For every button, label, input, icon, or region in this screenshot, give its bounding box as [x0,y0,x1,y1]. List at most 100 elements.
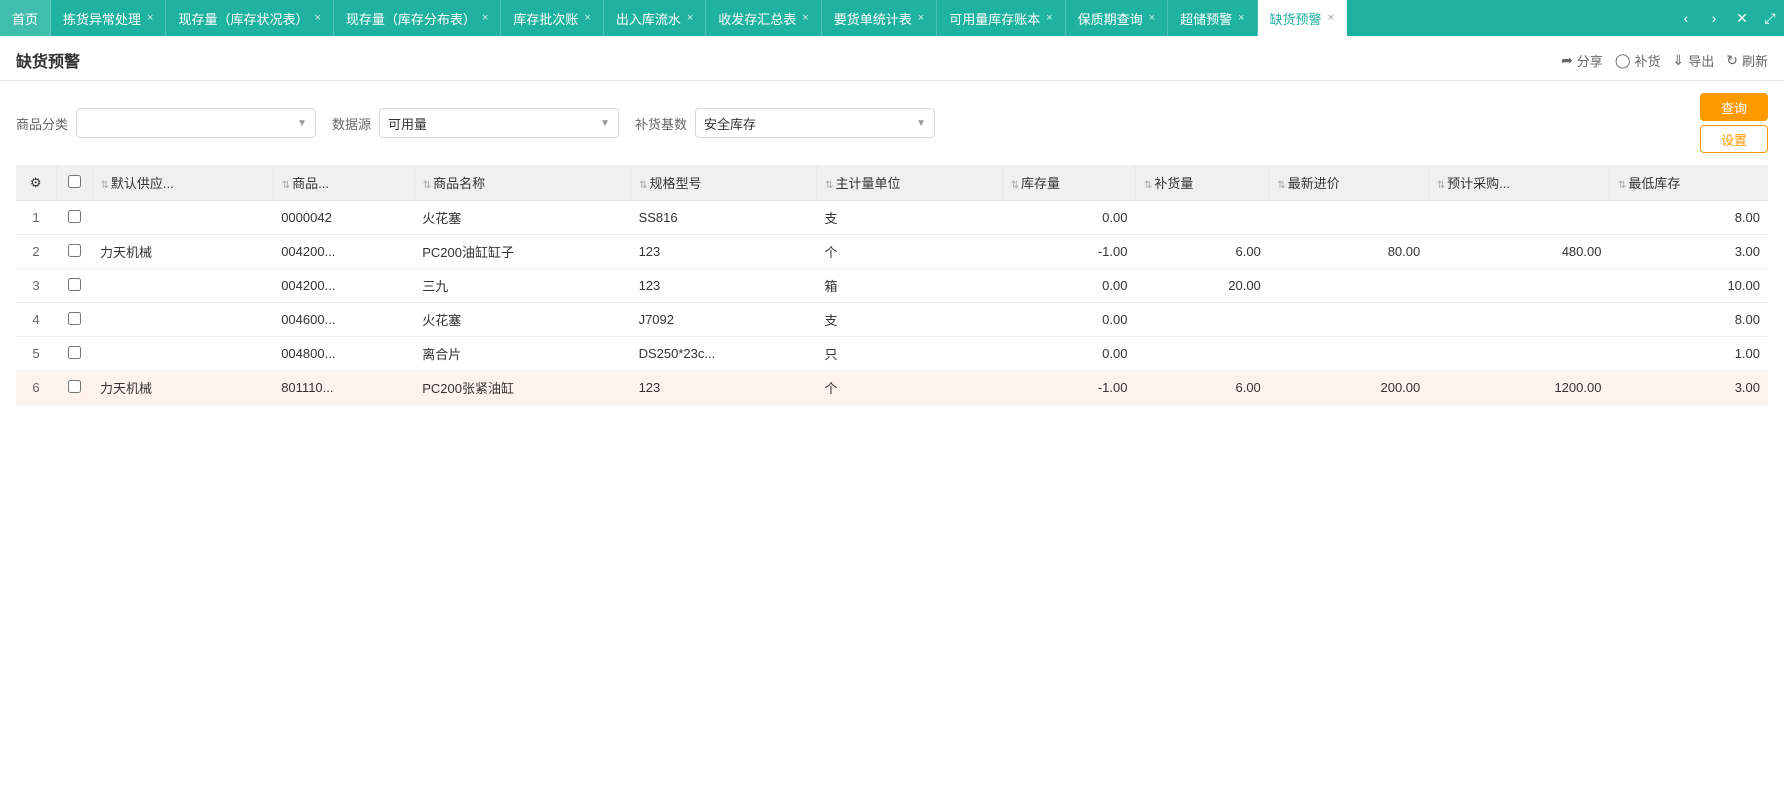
row-spec: DS250*23c... [631,337,817,371]
row-supplier [92,303,273,337]
export-button[interactable]: ⇓ 导出 [1673,51,1715,70]
row-unit: 个 [817,235,1003,269]
row-stock: 0.00 [1002,303,1135,337]
refresh-button[interactable]: ↻ 刷新 [1726,51,1768,70]
th-unit[interactable]: ⇅主计量单位 [817,165,1003,201]
th-est-purchase[interactable]: ⇅预计采购... [1428,165,1609,201]
tab-stock-status[interactable]: 现存量（库存状况表） × [166,0,333,36]
row-checkbox[interactable] [68,312,81,325]
tab-close-6[interactable]: × [802,12,808,24]
row-product-code: 801110... [273,371,414,405]
replenish-base-filter-group: 补货基数 安全库存 ▼ [635,108,935,138]
tab-close-2[interactable]: × [314,12,320,24]
table-container: ⚙ ⇅默认供应... ⇅商品... ⇅商品名称 ⇅规格型号 ⇅主计量单位 ⇅库存… [0,165,1784,405]
tab-overstock-warning[interactable]: 超储预警 × [1168,0,1257,36]
replenish-base-select[interactable]: 安全库存 ▼ [695,108,935,138]
th-supplier[interactable]: ⇅默认供应... [92,165,273,201]
tab-batch-account[interactable]: 库存批次账 × [501,0,603,36]
tab-prev-btn[interactable]: ‹ [1672,0,1700,36]
th-stock[interactable]: ⇅库存量 [1002,165,1135,201]
th-min-stock[interactable]: ⇅最低库存 [1609,165,1768,201]
refresh-icon: ↻ [1726,52,1738,69]
settings-button[interactable]: 设置 [1700,125,1768,153]
row-unit: 箱 [817,269,1003,303]
row-est-purchase: 1200.00 [1428,371,1609,405]
tab-bar: 首页 拣货异常处理 × 现存量（库存状况表） × 现存量（库存分布表） × 库存… [0,0,1784,36]
tab-close-5[interactable]: × [687,12,693,24]
share-button[interactable]: ➦ 分享 [1561,51,1603,70]
header-actions: ➦ 分享 ◯ 补货 ⇓ 导出 ↻ 刷新 [1561,51,1768,70]
row-checkbox[interactable] [68,210,81,223]
row-est-purchase [1428,303,1609,337]
tab-next-btn[interactable]: › [1700,0,1728,36]
tab-close-11[interactable]: × [1328,12,1334,24]
row-checkbox-cell[interactable] [56,371,92,405]
th-spec[interactable]: ⇅规格型号 [631,165,817,201]
datasource-select[interactable]: 可用量 ▼ [379,108,619,138]
th-product-name[interactable]: ⇅商品名称 [414,165,630,201]
select-all-checkbox[interactable] [68,175,81,188]
tab-shortage-warning[interactable]: 缺货预警 × [1258,0,1347,36]
tab-receipt-summary[interactable]: 收发存汇总表 × [706,0,821,36]
row-min-stock: 10.00 [1609,269,1768,303]
tab-close-10[interactable]: × [1238,12,1244,24]
row-latest-price [1269,303,1428,337]
th-replenish[interactable]: ⇅补货量 [1135,165,1268,201]
row-supplier [92,201,273,235]
row-min-stock: 3.00 [1609,235,1768,269]
th-gear[interactable]: ⚙ [16,165,56,201]
tab-pick-exception[interactable]: 拣货异常处理 × [51,0,166,36]
th-latest-price[interactable]: ⇅最新进价 [1269,165,1428,201]
category-select[interactable]: ▼ [76,108,316,138]
row-replenish: 6.00 [1135,235,1268,269]
th-product-code[interactable]: ⇅商品... [273,165,414,201]
row-checkbox-cell[interactable] [56,235,92,269]
row-checkbox[interactable] [68,244,81,257]
datasource-value: 可用量 [388,114,427,133]
row-est-purchase: 480.00 [1428,235,1609,269]
tab-order-stats[interactable]: 要货单统计表 × [822,0,937,36]
row-latest-price [1269,337,1428,371]
row-spec: SS816 [631,201,817,235]
tab-available-ledger[interactable]: 可用量库存账本 × [937,0,1065,36]
tab-home[interactable]: 首页 [0,0,51,36]
row-product-code: 004800... [273,337,414,371]
data-table: ⚙ ⇅默认供应... ⇅商品... ⇅商品名称 ⇅规格型号 ⇅主计量单位 ⇅库存… [16,165,1768,405]
row-stock: -1.00 [1002,371,1135,405]
row-est-purchase [1428,201,1609,235]
sort-replenish-icon: ⇅ [1144,180,1152,191]
tab-stock-dist[interactable]: 现存量（库存分布表） × [334,0,501,36]
row-unit: 个 [817,371,1003,405]
tab-close-7[interactable]: × [918,12,924,24]
row-checkbox[interactable] [68,346,81,359]
row-checkbox-cell[interactable] [56,337,92,371]
row-est-purchase [1428,337,1609,371]
replenish-button[interactable]: ◯ 补货 [1615,51,1661,70]
row-stock: 0.00 [1002,337,1135,371]
tab-close-1[interactable]: × [147,12,153,24]
tab-close-3[interactable]: × [482,12,488,24]
row-product-name: 火花塞 [414,303,630,337]
row-checkbox-cell[interactable] [56,269,92,303]
row-checkbox-cell[interactable] [56,303,92,337]
tab-close-all-btn[interactable]: ✕ [1728,0,1756,36]
th-checkbox[interactable] [56,165,92,201]
sort-spec-icon: ⇅ [639,180,647,191]
row-product-name: PC200张紧油缸 [414,371,630,405]
tab-close-8[interactable]: × [1046,12,1052,24]
tab-expand-btn[interactable]: ⤢ [1756,0,1784,36]
tab-inout-flow[interactable]: 出入库流水 × [604,0,706,36]
row-number: 3 [16,269,56,303]
row-unit: 支 [817,303,1003,337]
tab-close-9[interactable]: × [1149,12,1155,24]
table-row: 2 力天机械 004200... PC200油缸缸子 123 个 -1.00 6… [16,235,1768,269]
row-unit: 只 [817,337,1003,371]
tab-close-4[interactable]: × [584,12,590,24]
tab-expiry-query[interactable]: 保质期查询 × [1066,0,1168,36]
datasource-label: 数据源 [332,114,371,133]
row-checkbox-cell[interactable] [56,201,92,235]
query-button[interactable]: 查询 [1700,93,1768,121]
row-est-purchase [1428,269,1609,303]
row-checkbox[interactable] [68,278,81,291]
row-checkbox[interactable] [68,380,81,393]
